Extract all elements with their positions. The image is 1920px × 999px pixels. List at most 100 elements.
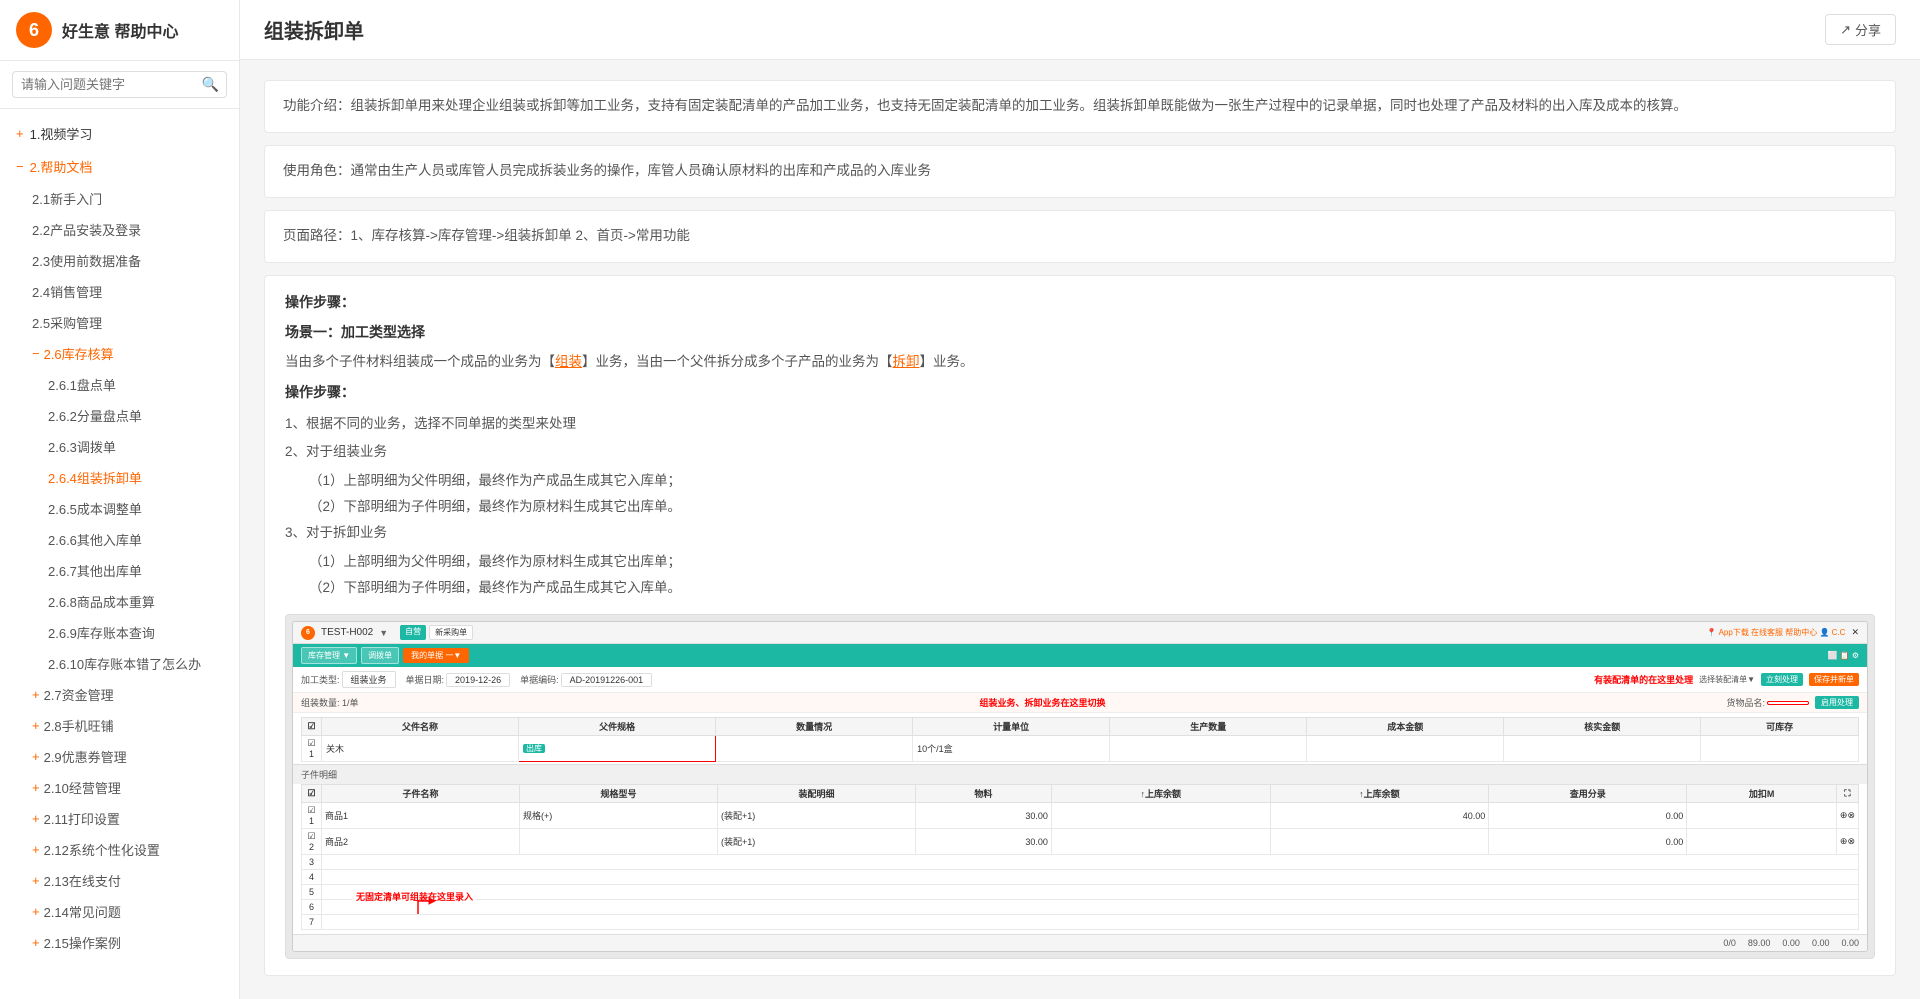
sub-td2-act[interactable]: ⊕⊗ [1836, 829, 1858, 855]
sub-table-container: ☑ 子件名称 规格型号 装配明细 物料 ↑上库余额 ↑上库余额 查用分录 加扣M [293, 784, 1867, 934]
footer-totals: 0/0 89.00 0.00 0.00 0.00 [293, 934, 1867, 951]
app-tab-purchase[interactable]: 新采购单 [429, 625, 473, 640]
step2-1: （1）上部明细为父件明细，最终作为产成品生成其它入库单； [309, 469, 1875, 493]
sub-td1-stock2: 40.00 [1270, 803, 1489, 829]
sidebar-item-cost-adjust[interactable]: 2.6.5成本调整单 [0, 493, 239, 524]
sidebar-item-coupon[interactable]: + 2.9优惠券管理 [0, 741, 239, 772]
sidebar-item-cases[interactable]: + 2.15操作案例 [0, 927, 239, 958]
th-qty-info: 数量情况 [716, 718, 913, 736]
sub-th-assembly: 装配明细 [717, 785, 915, 803]
th-verify-amt: 核实金额 [1504, 718, 1701, 736]
toolbar-btn-transfer[interactable]: 调拨单 [361, 647, 399, 664]
app-right-area-icon: ⬜ 📋 ⚙ [1827, 651, 1859, 660]
form-date-label: 单据日期: [406, 673, 445, 686]
sidebar-item-print[interactable]: + 2.11打印设置 [0, 803, 239, 834]
td-row1-prod-qty [1110, 736, 1307, 762]
app-tab-zying[interactable]: 自营 [400, 625, 426, 640]
sidebar-item-out-other[interactable]: 2.6.7其他出库单 [0, 555, 239, 586]
th-parent-name: 父件名称 [322, 718, 519, 736]
sub-td7-num: 7 [302, 915, 322, 930]
sub-qty-label: 组装数量: 1/单 [301, 696, 359, 709]
app-close-icon[interactable]: ✕ [1851, 627, 1859, 638]
search-input[interactable] [12, 71, 227, 98]
sub-td2-material: 30.00 [915, 829, 1051, 855]
td-row1-spec[interactable]: 出库 [519, 736, 716, 762]
share-button[interactable]: ↗ 分享 [1825, 14, 1896, 45]
form-orderno-label: 单据编码: [520, 673, 559, 686]
sidebar-item-stock-count[interactable]: 2.6.1盘点单 [0, 369, 239, 400]
sub-td7-empty [322, 915, 1859, 930]
goods-name-input[interactable] [1767, 701, 1809, 705]
confirm-btn[interactable]: 立刻处理 [1761, 673, 1803, 686]
path-box: 页面路径：1、库存核算->库存管理->组装拆卸单 2、首页->常用功能 [264, 210, 1896, 263]
page-title: 组装拆卸单 [264, 15, 364, 44]
sidebar-item-stock-error[interactable]: 2.6.10库存账本错了怎么办 [0, 648, 239, 679]
sidebar-item-new[interactable]: 2.1新手入门 [0, 183, 239, 214]
sub-td1-act[interactable]: ⊕⊗ [1836, 803, 1858, 829]
td-row1-spec-btn[interactable]: 出库 [523, 744, 545, 753]
sidebar-item-cost-calc[interactable]: 2.6.8商品成本重算 [0, 586, 239, 617]
form-type-value[interactable]: 组装业务 [342, 671, 396, 688]
select-assembly-list[interactable]: 选择装配清单▼ [1699, 674, 1755, 685]
sidebar-item-finance[interactable]: + 2.7资金管理 [0, 679, 239, 710]
sub-td2-assembly: (装配+1) [717, 829, 915, 855]
sub-th-name: 子件名称 [322, 785, 520, 803]
sub-td6-num: 6 [302, 900, 322, 915]
sidebar-item-sales[interactable]: 2.4销售管理 [0, 276, 239, 307]
sub-td2-stock2 [1270, 829, 1489, 855]
sidebar-item-operations[interactable]: + 2.10经营管理 [0, 772, 239, 803]
search-button[interactable]: 🔍 [202, 76, 219, 93]
sub-table-row-1: ☑ 1 商品1 规格(+) (装配+1) 30.00 40.00 0.00 [302, 803, 1859, 829]
th-cost-amt: 成本金额 [1307, 718, 1504, 736]
td-row1-stock [1701, 736, 1859, 762]
annotation-assembly-list: 有装配清单的在这里处理 [1594, 673, 1693, 686]
apply-btn[interactable]: 启用处理 [1815, 696, 1859, 709]
sidebar-item-split-count[interactable]: 2.6.2分量盘点单 [0, 400, 239, 431]
app-logo-icon: 6 [301, 626, 315, 640]
scene1-title: 场景一：加工类型选择 [285, 322, 1875, 342]
toolbar-btn-my-orders[interactable]: 我的单据 一▼ [403, 648, 469, 663]
sidebar-item-assembly[interactable]: 2.6.4组装拆卸单 [0, 462, 239, 493]
sub-td2-adjust [1687, 829, 1837, 855]
nav-tree: + 1.视频学习 − 2.帮助文档 2.1新手入门 2.2产品安装及登录 2.3… [0, 109, 239, 999]
sub-table: ☑ 子件名称 规格型号 装配明细 物料 ↑上库余额 ↑上库余额 查用分录 加扣M [301, 784, 1859, 930]
goods-name-label: 货物品名: [1726, 696, 1765, 709]
sub-td2-spec [519, 829, 717, 855]
sub-table-row-5: 5 [302, 885, 1859, 900]
scene1-desc: 当由多个子件材料组装成一个成品的业务为【组装】业务，当由一个父件拆分成多个子产品… [285, 350, 1875, 374]
search-box: 🔍 [0, 61, 239, 109]
sub-td1-check[interactable]: ☑ 1 [302, 803, 322, 829]
sidebar-item-docs[interactable]: − 2.帮助文档 [0, 150, 239, 183]
sub-td2-name: 商品2 [322, 829, 520, 855]
form-orderno-value[interactable]: AD-20191226-001 [561, 673, 653, 687]
sub-table-header-bar: 子件明细 [293, 764, 1867, 784]
sidebar-item-stock-query[interactable]: 2.6.9库存账本查询 [0, 617, 239, 648]
sidebar-item-video[interactable]: + 1.视频学习 [0, 117, 239, 150]
share-icon: ↗ [1840, 22, 1851, 38]
sidebar-item-adjust[interactable]: 2.6.3调拨单 [0, 431, 239, 462]
plus-icon-mobile: + [32, 718, 40, 733]
sub-td5-num: 5 [302, 885, 322, 900]
sidebar-item-inventory[interactable]: − 2.6库存核算 [0, 338, 239, 369]
arrow-svg [413, 896, 443, 916]
sidebar-item-system[interactable]: + 2.12系统个性化设置 [0, 834, 239, 865]
form-date-value[interactable]: 2019-12-26 [446, 673, 510, 687]
sidebar-item-in-other[interactable]: 2.6.6其他入库单 [0, 524, 239, 555]
plus-icon-coupon: + [32, 749, 40, 764]
sub-td5-empty [322, 885, 1859, 900]
sidebar-item-purchase[interactable]: 2.5采购管理 [0, 307, 239, 338]
sidebar-item-online-pay[interactable]: + 2.13在线支付 [0, 865, 239, 896]
step2-2: （2）下部明细为子件明细，最终作为原材料生成其它出库单。 [309, 495, 1875, 519]
sidebar-item-faq[interactable]: + 2.14常见问题 [0, 896, 239, 927]
td-row1-unit: 10个/1盒 [913, 736, 1110, 762]
sidebar-item-mobile[interactable]: + 2.8手机旺铺 [0, 710, 239, 741]
save-order-btn[interactable]: 保存并新单 [1809, 673, 1859, 686]
td-row1-check[interactable]: ☑ 1 [302, 736, 322, 762]
sidebar-item-install[interactable]: 2.2产品安装及登录 [0, 214, 239, 245]
sidebar-item-data[interactable]: 2.3使用前数据准备 [0, 245, 239, 276]
link-assembly: 组装 [555, 354, 582, 369]
sub-td4-num: 4 [302, 870, 322, 885]
plus-icon: + [16, 126, 24, 141]
toolbar-btn-inventory[interactable]: 库存管理 ▼ [301, 647, 357, 664]
sub-td2-check[interactable]: ☑ 2 [302, 829, 322, 855]
